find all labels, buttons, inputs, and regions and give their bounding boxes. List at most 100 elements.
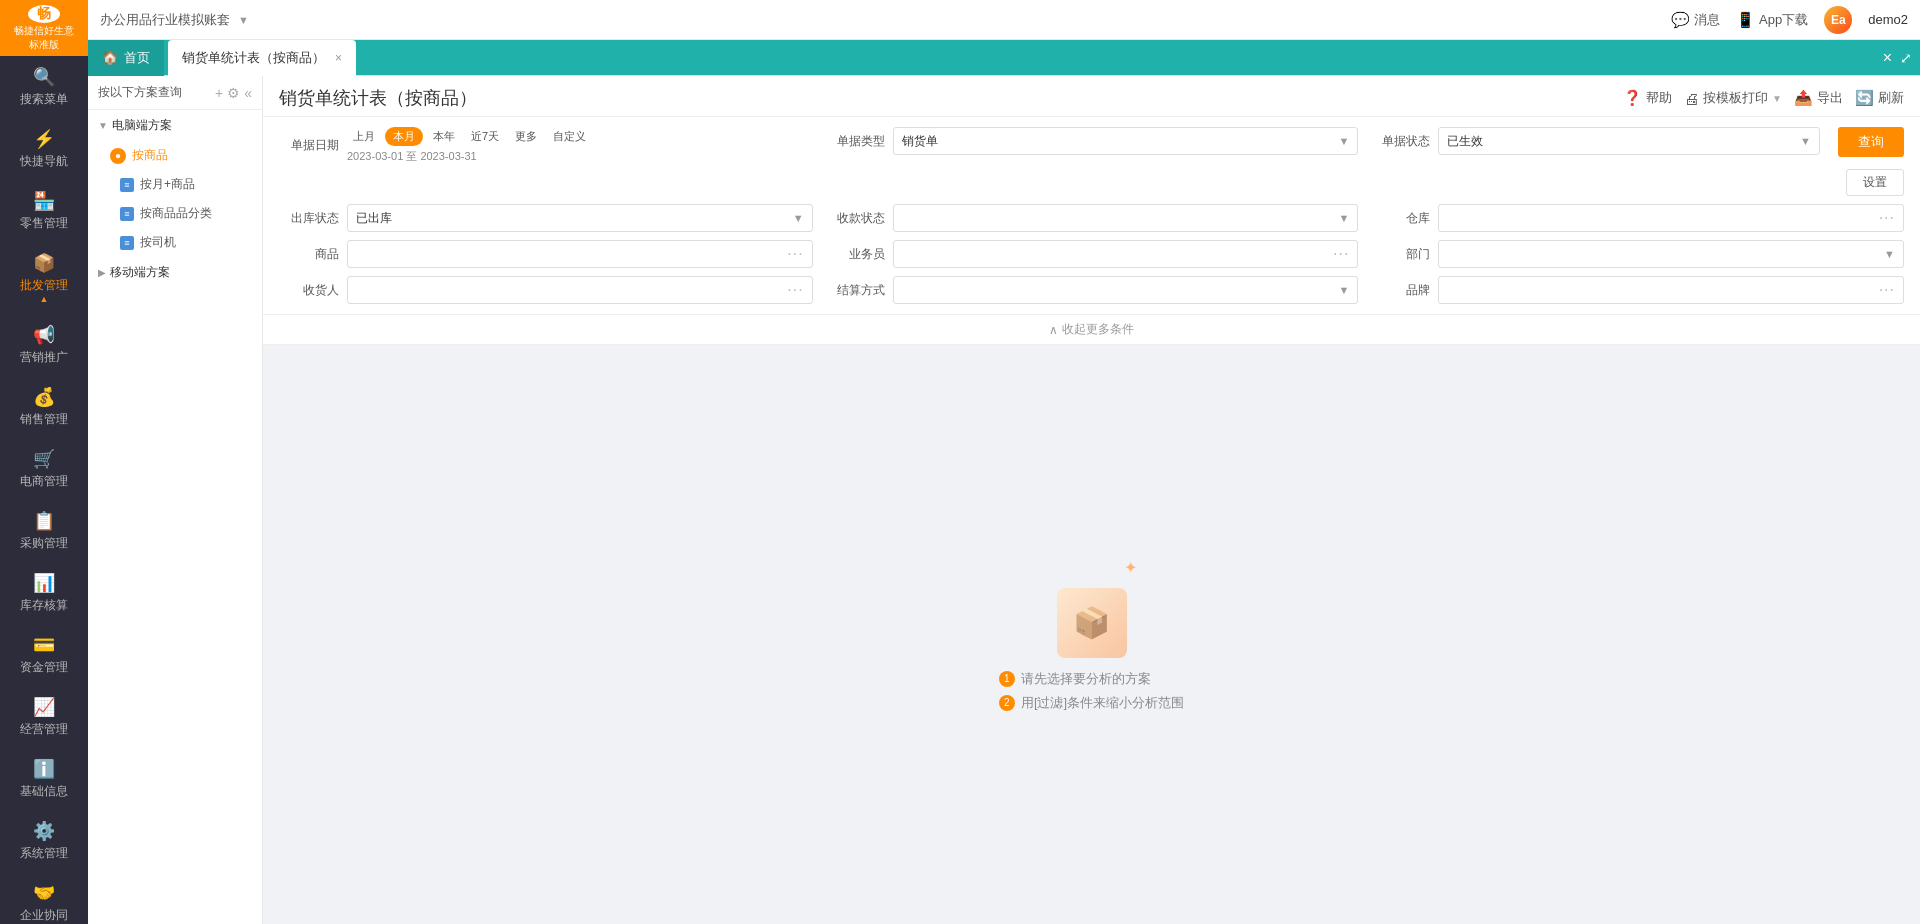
- download-icon: 📱: [1736, 11, 1755, 29]
- sidebar-item-finance[interactable]: 💳 资金管理: [0, 624, 88, 686]
- date-strip: 上月 本月 本年 近7天 更多 自定义: [347, 127, 813, 146]
- collapse-up-icon: ∧: [1049, 323, 1058, 337]
- settle-method-label: 结算方式: [825, 282, 893, 299]
- date-btn-custom[interactable]: 自定义: [547, 127, 592, 146]
- user-avatar[interactable]: Ea: [1824, 6, 1852, 34]
- sidebar-item-label: 经营管理: [20, 721, 68, 738]
- sidebar-item-inventory[interactable]: 📊 库存核算: [0, 562, 88, 624]
- tab-minimize-button[interactable]: ×: [1883, 49, 1892, 67]
- print-button[interactable]: 🖨 按模板打印 ▼: [1684, 89, 1782, 107]
- app-download-button[interactable]: 📱 App下载: [1736, 11, 1808, 29]
- settings-scheme-button[interactable]: ⚙: [227, 85, 240, 101]
- mobile-group-expand-icon: ▶: [98, 267, 106, 278]
- doc-type-control[interactable]: 销货单 ▼: [893, 127, 1359, 155]
- user-name[interactable]: demo2: [1868, 12, 1908, 27]
- scheme-header-actions: + ⚙ «: [215, 85, 252, 101]
- settle-method-control[interactable]: ▼: [893, 276, 1359, 304]
- brand-control[interactable]: ···: [1438, 276, 1904, 304]
- query-button[interactable]: 查询: [1838, 127, 1904, 157]
- product-control[interactable]: ···: [347, 240, 813, 268]
- doc-type-label: 单据类型: [825, 133, 893, 150]
- tab-close-button[interactable]: ×: [335, 51, 342, 65]
- warehouse-dots: ···: [1879, 209, 1895, 227]
- sidebar-item-system[interactable]: ⚙️ 系统管理: [0, 810, 88, 872]
- by-category-icon: ≡: [120, 207, 134, 221]
- doc-status-arrow: ▼: [1800, 135, 1811, 147]
- sales-icon: 💰: [33, 386, 55, 408]
- tab-active-label: 销货单统计表（按商品）: [182, 49, 325, 67]
- sidebar: 畅 畅捷信好生意 标准版 🔍 搜索菜单 ⚡ 快捷导航 🏪 零售管理 📦 批发管理…: [0, 0, 88, 924]
- sidebar-item-search[interactable]: 🔍 搜索菜单: [0, 56, 88, 118]
- left-panel-header: 按以下方案查询 + ⚙ «: [88, 76, 262, 110]
- filter-out-status: 出库状态 已出库 ▼: [279, 204, 813, 232]
- export-button[interactable]: 📤 导出: [1794, 89, 1843, 107]
- date-btn-last-month[interactable]: 上月: [347, 127, 381, 146]
- sidebar-item-sales[interactable]: 💰 销售管理: [0, 376, 88, 438]
- add-scheme-button[interactable]: +: [215, 85, 223, 101]
- breadcrumb-dropdown-icon[interactable]: ▼: [238, 14, 249, 26]
- collapse-panel-button[interactable]: «: [244, 85, 252, 101]
- sidebar-item-ecommerce[interactable]: 🛒 电商管理: [0, 438, 88, 500]
- scheme-item-by-product-category[interactable]: ≡ 按商品品分类: [88, 199, 262, 228]
- scheme-group-mobile-header[interactable]: ▶ 移动端方案: [88, 257, 262, 288]
- refresh-button[interactable]: 🔄 刷新: [1855, 89, 1904, 107]
- user-avatar-initial: Ea: [1831, 13, 1846, 27]
- hint-2-text: 用[过滤]条件来缩小分析范围: [1021, 694, 1184, 712]
- mobile-group-label: 移动端方案: [110, 264, 170, 281]
- date-btn-more[interactable]: 更多: [509, 127, 543, 146]
- warehouse-control[interactable]: ···: [1438, 204, 1904, 232]
- print-dropdown-icon[interactable]: ▼: [1772, 93, 1782, 104]
- filter-salesperson: 业务员 ···: [825, 240, 1359, 268]
- doc-type-value: 销货单: [902, 133, 1339, 150]
- date-btn-this-year[interactable]: 本年: [427, 127, 461, 146]
- date-btn-this-month[interactable]: 本月: [385, 127, 423, 146]
- sidebar-item-retail[interactable]: 🏪 零售管理: [0, 180, 88, 242]
- scheme-group-pc-header[interactable]: ▼ 电脑端方案: [88, 110, 262, 141]
- settle-method-arrow: ▼: [1338, 284, 1349, 296]
- export-label: 导出: [1817, 89, 1843, 107]
- retail-icon: 🏪: [33, 190, 55, 212]
- sidebar-item-basic[interactable]: ℹ️ 基础信息: [0, 748, 88, 810]
- tabbar: 🏠 首页 销货单统计表（按商品） × × ⤢: [88, 40, 1920, 76]
- collect-status-control[interactable]: ▼: [893, 204, 1359, 232]
- date-range: 2023-03-01 至 2023-03-31: [347, 149, 813, 164]
- collapse-button[interactable]: ∧ 收起更多条件: [1049, 321, 1134, 338]
- department-control[interactable]: ▼: [1438, 240, 1904, 268]
- tab-maximize-button[interactable]: ⤢: [1900, 50, 1912, 66]
- sidebar-item-wholesale[interactable]: 📦 批发管理 ▲: [0, 242, 88, 314]
- empty-hint-2: 2 用[过滤]条件来缩小分析范围: [999, 694, 1184, 712]
- brand-dots: ···: [1879, 281, 1895, 299]
- logo-icon: 畅: [28, 5, 60, 23]
- scheme-item-by-month-product[interactable]: ≡ 按月+商品: [88, 170, 262, 199]
- refresh-label: 刷新: [1878, 89, 1904, 107]
- salesperson-control[interactable]: ···: [893, 240, 1359, 268]
- scheme-item-by-product[interactable]: ● 按商品: [88, 141, 262, 170]
- date-btn-7days[interactable]: 近7天: [465, 127, 505, 146]
- tab-sales-stats[interactable]: 销货单统计表（按商品） ×: [168, 40, 356, 76]
- sidebar-item-cooperation[interactable]: 🤝 企业协同: [0, 872, 88, 924]
- sidebar-item-label: 采购管理: [20, 535, 68, 552]
- tab-home[interactable]: 🏠 首页: [88, 40, 164, 76]
- recipient-control[interactable]: ···: [347, 276, 813, 304]
- collect-status-arrow: ▼: [1338, 212, 1349, 224]
- salesperson-label: 业务员: [825, 246, 893, 263]
- sidebar-item-label: 资金管理: [20, 659, 68, 676]
- messages-button[interactable]: 💬 消息: [1671, 11, 1720, 29]
- sidebar-item-quick-nav[interactable]: ⚡ 快捷导航: [0, 118, 88, 180]
- department-label: 部门: [1370, 246, 1438, 263]
- scheme-item-label: 按商品品分类: [140, 205, 212, 222]
- sidebar-item-operation[interactable]: 📈 经营管理: [0, 686, 88, 748]
- pc-group-label: 电脑端方案: [112, 117, 172, 134]
- topbar-right: 💬 消息 📱 App下载 Ea demo2: [1671, 6, 1908, 34]
- settings-button[interactable]: 设置: [1846, 169, 1904, 196]
- sidebar-item-purchase[interactable]: 📋 采购管理: [0, 500, 88, 562]
- messages-label: 消息: [1694, 11, 1720, 29]
- sidebar-item-marketing[interactable]: 📢 营销推广: [0, 314, 88, 376]
- scheme-item-by-driver[interactable]: ≡ 按司机: [88, 228, 262, 257]
- inventory-icon: 📊: [33, 572, 55, 594]
- doc-status-control[interactable]: 已生效 ▼: [1438, 127, 1820, 155]
- help-button[interactable]: ❓ 帮助: [1623, 89, 1672, 107]
- out-status-control[interactable]: 已出库 ▼: [347, 204, 813, 232]
- brand-label: 品牌: [1370, 282, 1438, 299]
- sidebar-item-label: 企业协同: [20, 907, 68, 924]
